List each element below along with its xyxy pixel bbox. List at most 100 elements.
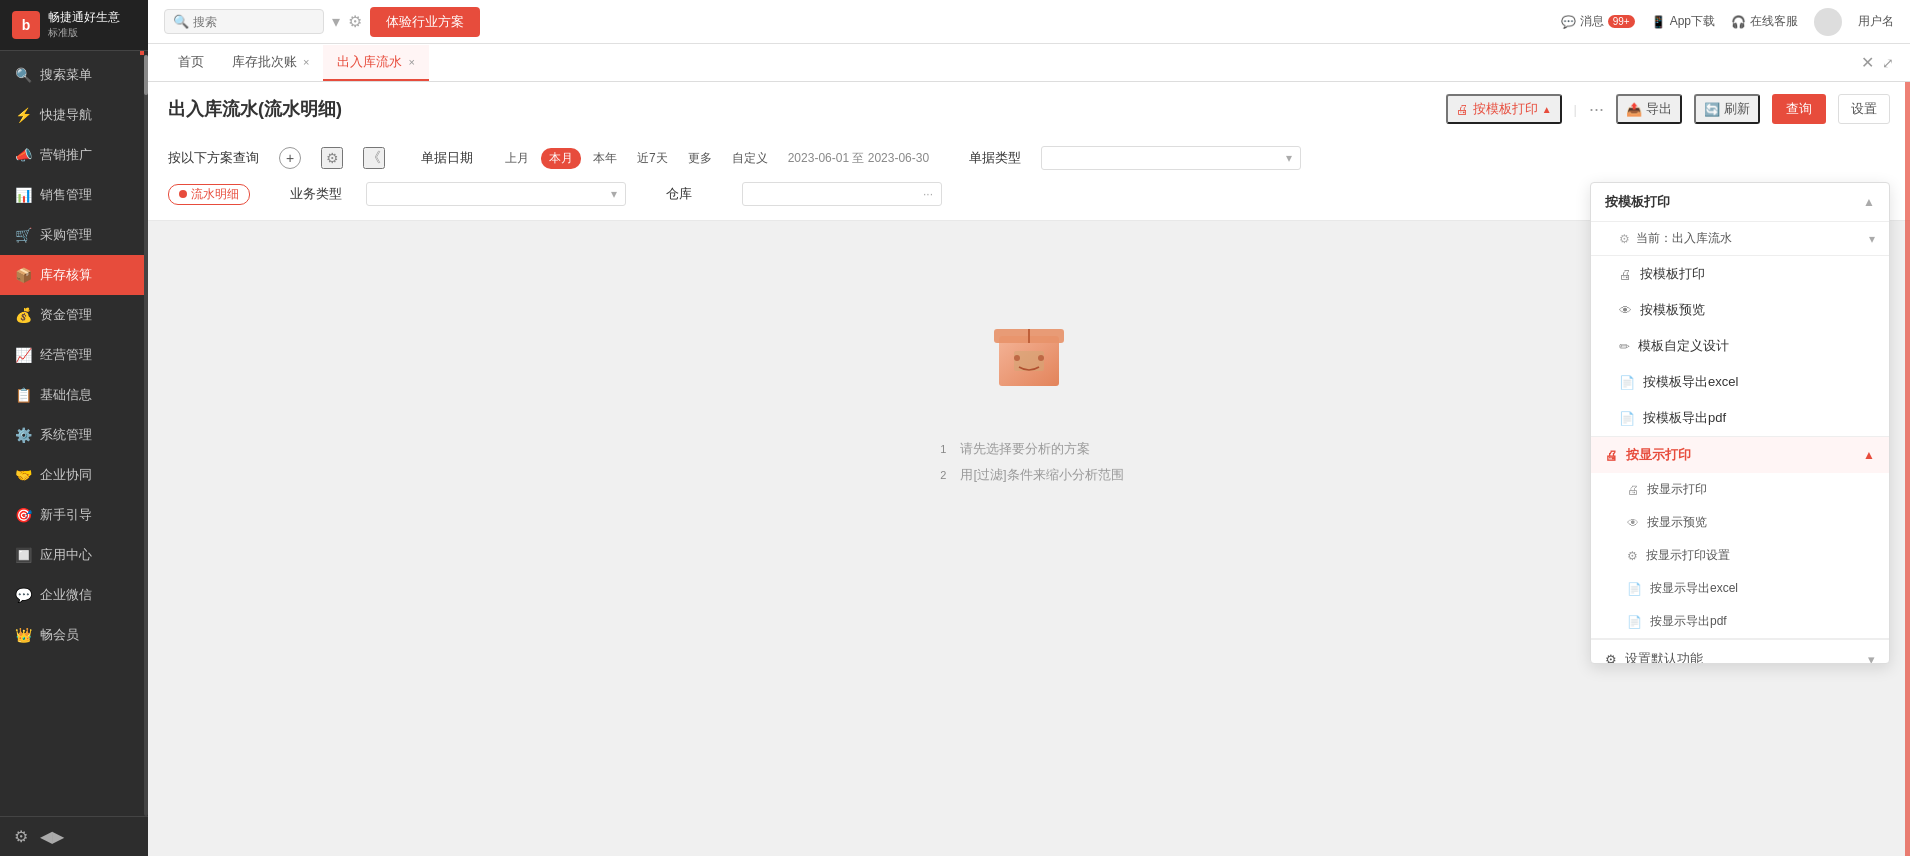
tab-batch-account-label: 库存批次账: [232, 53, 297, 71]
page-content-area: 出入库流水(流水明细) 🖨 按模板打印 ▲ | ··· 📤 导出 🔄 刷新 查询: [148, 82, 1910, 856]
page-header: 出入库流水(流水明细) 🖨 按模板打印 ▲ | ··· 📤 导出 🔄 刷新 查询: [148, 82, 1910, 132]
sidebar: b 畅捷通好生意 标准版 🔍 搜索菜单 ⚡ 快捷导航 📣 营销推广 📊: [0, 0, 148, 856]
sidebar-item-wechat[interactable]: 💬 企业微信: [0, 575, 148, 615]
print-dropdown-icon: ▲: [1542, 104, 1552, 115]
sidebar-item-inventory[interactable]: 📦 库存核算: [0, 255, 148, 295]
current-dropdown-icon[interactable]: ▾: [1869, 232, 1875, 246]
sidebar-item-basic[interactable]: 📋 基础信息: [0, 375, 148, 415]
filter-collapse-left-icon[interactable]: 《: [363, 147, 385, 169]
add-condition-button[interactable]: +: [279, 147, 301, 169]
actions-more-icon[interactable]: ···: [1589, 99, 1604, 120]
dropdown-item-template-excel[interactable]: 📄 按模板导出excel: [1591, 364, 1889, 400]
appcenter-icon: 🔲: [14, 546, 32, 564]
window-expand-icon[interactable]: ⤢: [1882, 55, 1894, 71]
empty-step-2: 2 用[过滤]条件来缩小分析范围: [934, 466, 1123, 484]
empty-box-svg: [979, 301, 1079, 401]
svg-point-5: [1038, 355, 1044, 361]
sidebar-item-enterprise[interactable]: 🤝 企业协同: [0, 455, 148, 495]
step-2-number: 2: [934, 466, 952, 484]
window-close-icon[interactable]: ✕: [1861, 53, 1874, 72]
tab-flow-close[interactable]: ×: [408, 56, 414, 68]
current-icon: ⚙: [1619, 232, 1630, 246]
topbar-search-box[interactable]: 🔍: [164, 9, 324, 34]
template-customize-label: 模板自定义设计: [1638, 337, 1729, 355]
settings-gear-icon[interactable]: ⚙: [14, 827, 28, 846]
right-resize-handle[interactable]: [1905, 82, 1910, 856]
display-print-label: 按显示打印: [1647, 481, 1707, 498]
messages-icon: 💬: [1561, 15, 1576, 29]
user-avatar[interactable]: [1814, 8, 1842, 36]
export-icon: 📤: [1626, 102, 1642, 117]
date-tag-this-month[interactable]: 本月: [541, 148, 581, 169]
date-tag-last-month[interactable]: 上月: [497, 148, 537, 169]
display-section-header[interactable]: 🖨 按显示打印 ▲: [1591, 437, 1889, 473]
date-tag-more[interactable]: 更多: [680, 148, 720, 169]
tab-batch-account-close[interactable]: ×: [303, 56, 309, 68]
user-name[interactable]: 用户名: [1858, 13, 1894, 30]
dropdown-item-display-print[interactable]: 🖨 按显示打印: [1591, 473, 1889, 506]
dropdown-item-display-settings[interactable]: ⚙ 按显示打印设置: [1591, 539, 1889, 572]
tab-flow[interactable]: 出入库流水 ×: [323, 45, 428, 81]
dropdown-current: ⚙ 当前：出入库流水 ▾: [1591, 222, 1889, 255]
filter-settings-icon[interactable]: ⚙: [321, 147, 343, 169]
sidebar-item-finance[interactable]: 💰 资金管理: [0, 295, 148, 335]
biz-type-select[interactable]: ▾: [366, 182, 626, 206]
display-section-up-icon: ▲: [1863, 448, 1875, 462]
sidebar-item-sales[interactable]: 📊 销售管理: [0, 175, 148, 215]
dropdown-item-template-pdf[interactable]: 📄 按模板导出pdf: [1591, 400, 1889, 436]
dropdown-item-display-excel[interactable]: 📄 按显示导出excel: [1591, 572, 1889, 605]
date-tag-this-year[interactable]: 本年: [585, 148, 625, 169]
display-section-icon: 🖨: [1605, 448, 1618, 463]
display-preview-icon: 👁: [1627, 516, 1639, 530]
template-print-icon: 🖨: [1619, 267, 1632, 282]
warehouse-select[interactable]: ···: [742, 182, 942, 206]
tab-batch-account[interactable]: 库存批次账 ×: [218, 45, 323, 81]
sidebar-toggle-icon[interactable]: ◀▶: [40, 827, 64, 846]
sidebar-item-marketing[interactable]: 📣 营销推广: [0, 135, 148, 175]
sidebar-item-beginner[interactable]: 🎯 新手引导: [0, 495, 148, 535]
doc-type-dropdown-icon: ▾: [1286, 151, 1292, 165]
dropdown-item-display-pdf[interactable]: 📄 按显示导出pdf: [1591, 605, 1889, 638]
sidebar-item-operations[interactable]: 📈 经营管理: [0, 335, 148, 375]
sidebar-item-purchase[interactable]: 🛒 采购管理: [0, 215, 148, 255]
sidebar-label-wechat: 企业微信: [40, 586, 92, 604]
query-button[interactable]: 查询: [1772, 94, 1826, 124]
dropdown-footer-settings[interactable]: ⚙ 设置默认功能 ▾: [1591, 639, 1889, 663]
sidebar-item-appcenter[interactable]: 🔲 应用中心: [0, 535, 148, 575]
step-2-text: 用[过滤]条件来缩小分析范围: [960, 466, 1123, 484]
messages-badge: 99+: [1608, 15, 1635, 28]
template-pdf-label: 按模板导出pdf: [1643, 409, 1726, 427]
export-button[interactable]: 📤 导出: [1616, 94, 1682, 124]
customer-service-button[interactable]: 🎧 在线客服: [1731, 13, 1798, 30]
doc-type-select[interactable]: ▾: [1041, 146, 1301, 170]
tab-home[interactable]: 首页: [164, 45, 218, 81]
dropdown-item-template-preview[interactable]: 👁 按模板预览: [1591, 292, 1889, 328]
dropdown-header-up-icon: ▲: [1863, 195, 1875, 209]
print-template-button[interactable]: 🖨 按模板打印 ▲: [1446, 94, 1562, 124]
date-tag-7days[interactable]: 近7天: [629, 148, 676, 169]
template-print-label: 按模板打印: [1640, 265, 1705, 283]
refresh-button[interactable]: 🔄 刷新: [1694, 94, 1760, 124]
topbar-search-input[interactable]: [193, 15, 313, 29]
topbar-left: 🔍 ▾ ⚙ 体验行业方案: [164, 7, 1549, 37]
sidebar-label-membership: 畅会员: [40, 626, 79, 644]
dropdown-item-display-preview[interactable]: 👁 按显示预览: [1591, 506, 1889, 539]
sidebar-item-system[interactable]: ⚙️ 系统管理: [0, 415, 148, 455]
trial-button[interactable]: 体验行业方案: [370, 7, 480, 37]
tab-bar: 首页 库存批次账 × 出入库流水 × ✕ ⤢: [148, 44, 1910, 82]
app-download-button[interactable]: 📱 App下载: [1651, 13, 1715, 30]
filter-tag-label: 流水明细: [191, 186, 239, 203]
dropdown-item-template-print[interactable]: 🖨 按模板打印: [1591, 256, 1889, 292]
topbar-gear-icon[interactable]: ⚙: [348, 12, 362, 31]
warehouse-more-icon[interactable]: ···: [923, 187, 933, 201]
messages-button[interactable]: 💬 消息 99+: [1561, 13, 1635, 30]
flow-detail-filter-tag[interactable]: 流水明细: [168, 184, 250, 205]
date-tag-custom[interactable]: 自定义: [724, 148, 776, 169]
topbar-dropdown-icon[interactable]: ▾: [332, 12, 340, 31]
sidebar-item-search[interactable]: 🔍 搜索菜单: [0, 55, 148, 95]
date-filter-tags: 上月 本月 本年 近7天 更多 自定义 2023-06-01 至 2023-06…: [497, 148, 929, 169]
sidebar-item-membership[interactable]: 👑 畅会员: [0, 615, 148, 655]
sidebar-item-quick-nav[interactable]: ⚡ 快捷导航: [0, 95, 148, 135]
dropdown-item-template-customize[interactable]: ✏ 模板自定义设计: [1591, 328, 1889, 364]
settings-button[interactable]: 设置: [1838, 94, 1890, 124]
